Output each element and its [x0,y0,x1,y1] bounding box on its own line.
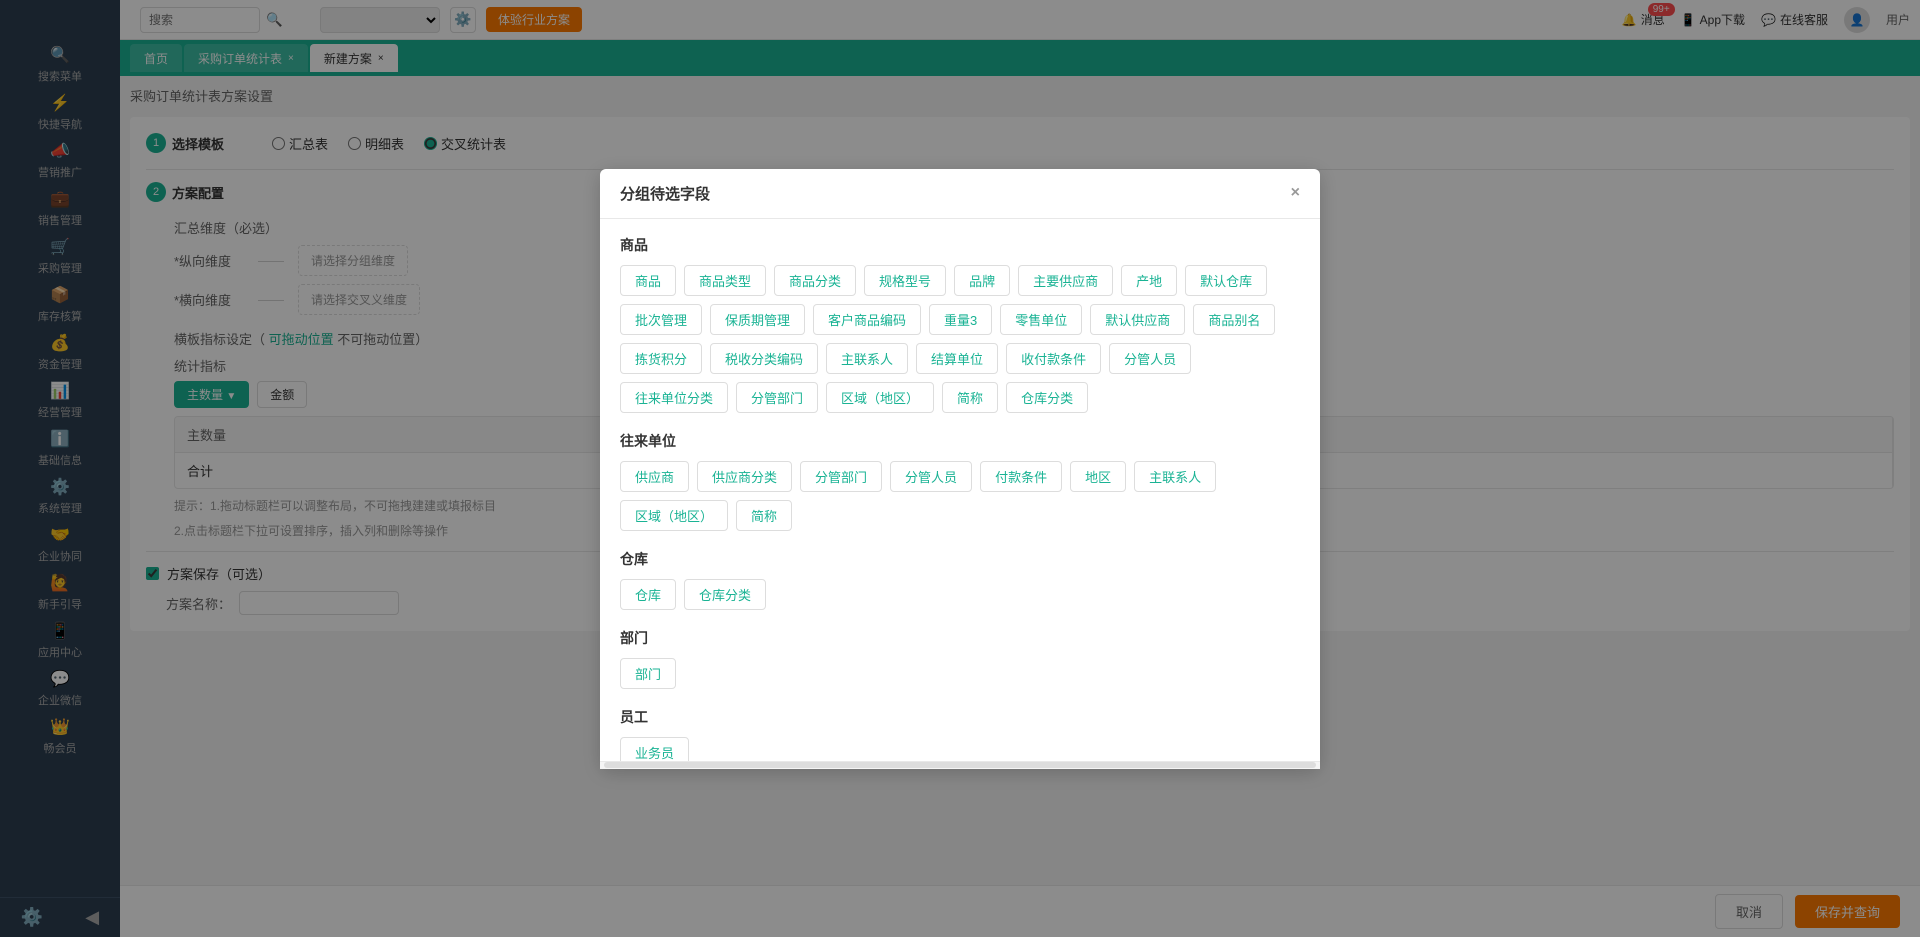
field-chip[interactable]: 保质期管理 [710,304,805,335]
section-title-goods: 商品 [620,235,1300,255]
field-chip[interactable]: 默认仓库 [1185,265,1267,296]
field-chip[interactable]: 简称 [942,382,998,413]
field-chip[interactable]: 简称 [736,500,792,531]
field-chip[interactable]: 仓库 [620,579,676,610]
field-chip[interactable]: 商品分类 [774,265,856,296]
modal-hscroll[interactable] [600,761,1320,769]
field-chip[interactable]: 批次管理 [620,304,702,335]
field-chip[interactable]: 结算单位 [916,343,998,374]
field-chip[interactable]: 商品别名 [1193,304,1275,335]
field-chip[interactable]: 分管人员 [1109,343,1191,374]
goods-chips: 商品 商品类型 商品分类 规格型号 品牌 主要供应商 产地 默认仓库 批次管理 … [620,265,1300,413]
modal-close-button[interactable]: × [1291,184,1300,202]
field-section-goods: 商品 商品 商品类型 商品分类 规格型号 品牌 主要供应商 产地 默认仓库 批次… [620,235,1300,413]
modal-body[interactable]: 商品 商品 商品类型 商品分类 规格型号 品牌 主要供应商 产地 默认仓库 批次… [600,219,1320,761]
field-chip[interactable]: 部门 [620,658,676,689]
section-title-staff: 员工 [620,707,1300,727]
field-chip[interactable]: 供应商 [620,461,689,492]
field-chip[interactable]: 默认供应商 [1090,304,1185,335]
field-chip[interactable]: 主联系人 [826,343,908,374]
field-chip[interactable]: 分管部门 [800,461,882,492]
section-title-dept: 部门 [620,628,1300,648]
field-chip[interactable]: 业务员 [620,737,689,761]
field-chip[interactable]: 供应商分类 [697,461,792,492]
modal-overlay[interactable]: 分组待选字段 × 商品 商品 商品类型 商品分类 规格型号 品牌 主要供应商 产… [0,0,1920,937]
field-chip[interactable]: 付款条件 [980,461,1062,492]
field-chip[interactable]: 仓库分类 [1006,382,1088,413]
field-chip[interactable]: 主要供应商 [1018,265,1113,296]
field-section-dept: 部门 部门 [620,628,1300,689]
field-chip[interactable]: 零售单位 [1000,304,1082,335]
field-chip[interactable]: 分管人员 [890,461,972,492]
field-chip[interactable]: 收付款条件 [1006,343,1101,374]
modal-header: 分组待选字段 × [600,169,1320,219]
field-chip[interactable]: 主联系人 [1134,461,1216,492]
field-chip[interactable]: 区域（地区） [826,382,934,413]
field-chip[interactable]: 区域（地区） [620,500,728,531]
modal-title: 分组待选字段 [620,183,710,204]
field-chip[interactable]: 地区 [1070,461,1126,492]
field-chip[interactable]: 商品 [620,265,676,296]
partner-chips: 供应商 供应商分类 分管部门 分管人员 付款条件 地区 主联系人 区域（地区） … [620,461,1300,531]
modal-dialog: 分组待选字段 × 商品 商品 商品类型 商品分类 规格型号 品牌 主要供应商 产… [600,169,1320,769]
field-section-warehouse: 仓库 仓库 仓库分类 [620,549,1300,610]
field-chip[interactable]: 商品类型 [684,265,766,296]
field-chip[interactable]: 拣货积分 [620,343,702,374]
field-chip[interactable]: 品牌 [954,265,1010,296]
field-chip[interactable]: 仓库分类 [684,579,766,610]
field-chip[interactable]: 规格型号 [864,265,946,296]
section-title-partner: 往来单位 [620,431,1300,451]
warehouse-chips: 仓库 仓库分类 [620,579,1300,610]
field-chip[interactable]: 客户商品编码 [813,304,921,335]
field-chip[interactable]: 重量3 [929,304,992,335]
field-chip[interactable]: 分管部门 [736,382,818,413]
field-chip[interactable]: 产地 [1121,265,1177,296]
staff-chips: 业务员 [620,737,1300,761]
field-section-staff: 员工 业务员 [620,707,1300,761]
field-chip[interactable]: 税收分类编码 [710,343,818,374]
dept-chips: 部门 [620,658,1300,689]
field-chip[interactable]: 往来单位分类 [620,382,728,413]
hscroll-thumb [604,762,1316,768]
field-section-partner: 往来单位 供应商 供应商分类 分管部门 分管人员 付款条件 地区 主联系人 区域… [620,431,1300,531]
section-title-warehouse: 仓库 [620,549,1300,569]
